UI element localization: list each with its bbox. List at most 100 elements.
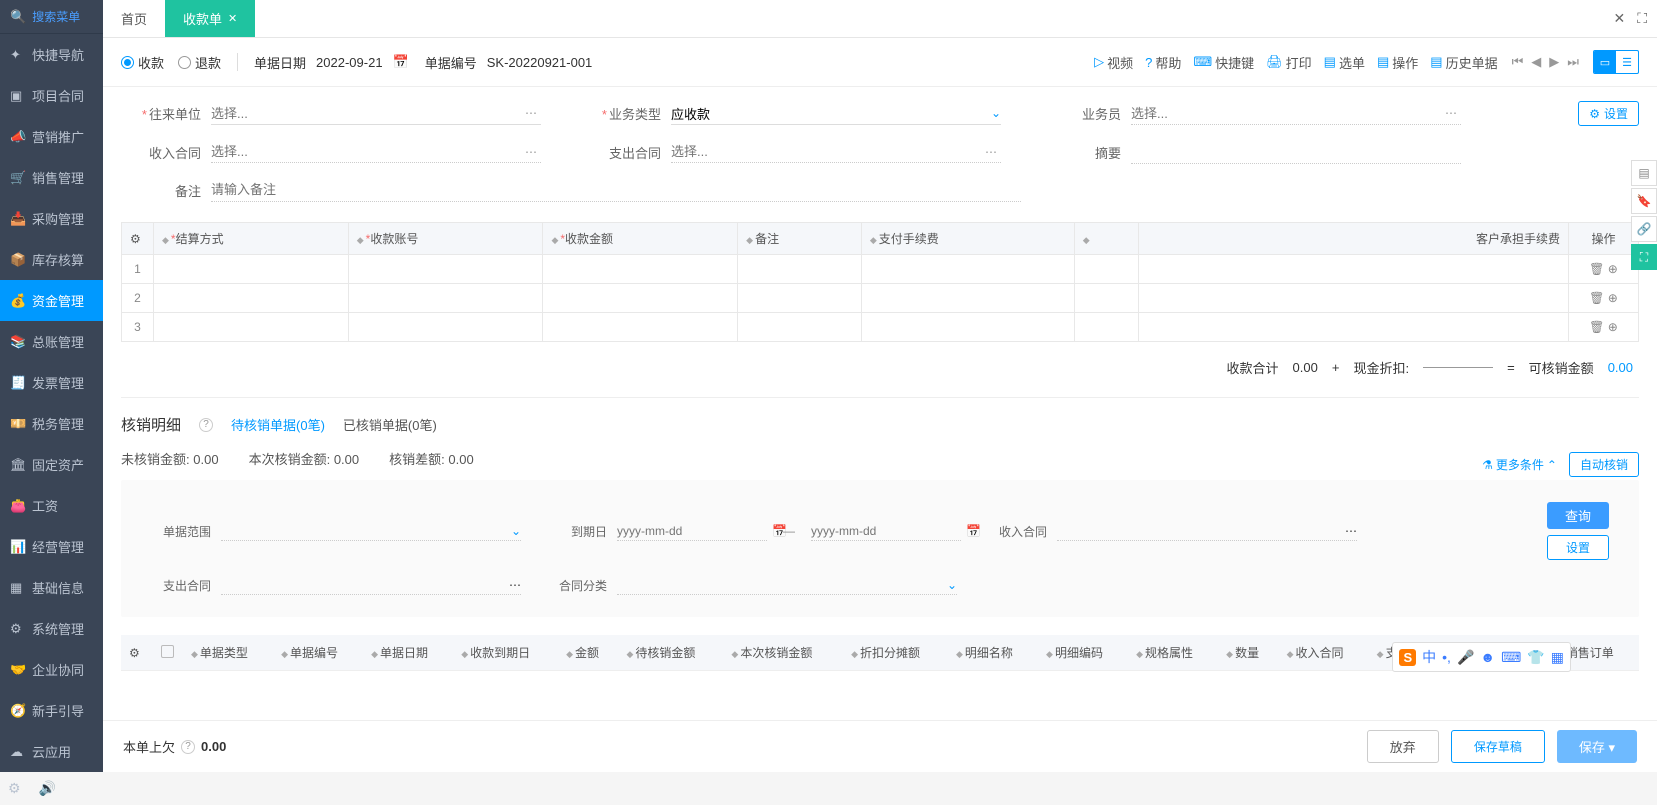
bookmark-icon[interactable]: 🔖 bbox=[1631, 188, 1657, 214]
column-header[interactable]: ◆规格属性 bbox=[1128, 635, 1218, 671]
table-row[interactable]: 3🗑 ⊕ bbox=[122, 313, 1639, 342]
radio-receive[interactable]: 收款 bbox=[121, 53, 164, 72]
column-header[interactable]: ◆收款到期日 bbox=[453, 635, 558, 671]
tab-pending[interactable]: 待核销单据(0笔) bbox=[231, 415, 325, 434]
ime-voice-icon[interactable]: 🎤 bbox=[1457, 649, 1474, 666]
note-icon[interactable]: ▤ bbox=[1631, 160, 1657, 186]
column-header[interactable]: ◆单据日期 bbox=[363, 635, 453, 671]
column-header[interactable]: ◆金额 bbox=[558, 635, 618, 671]
filter-expense[interactable]: ⋯ bbox=[221, 576, 521, 595]
sidebar-item[interactable]: 📣营销推广 bbox=[0, 116, 103, 157]
dots-icon[interactable]: ⋯ bbox=[521, 106, 541, 120]
ime-punct-icon[interactable]: •, bbox=[1442, 649, 1451, 665]
chevron-down-icon[interactable]: ⌄ bbox=[511, 524, 521, 538]
auto-verify-button[interactable]: 自动核销 bbox=[1569, 452, 1639, 477]
chevron-down-icon[interactable]: ⌄ bbox=[991, 106, 1001, 120]
expense-contract-picker[interactable]: ⋯ bbox=[671, 141, 1001, 163]
sidebar-item[interactable]: 💴税务管理 bbox=[0, 403, 103, 444]
tab-home[interactable]: 首页 bbox=[103, 0, 165, 37]
summary-input[interactable] bbox=[1131, 140, 1461, 164]
add-icon[interactable]: ⊕ bbox=[1608, 320, 1618, 334]
sidebar-search[interactable]: 🔍 搜索菜单 bbox=[0, 0, 103, 34]
ime-lang[interactable]: 中 bbox=[1422, 647, 1436, 667]
discard-button[interactable]: 放弃 bbox=[1367, 730, 1439, 763]
link-hotkey[interactable]: ⌨快捷键 bbox=[1193, 53, 1254, 72]
tab-done[interactable]: 已核销单据(0笔) bbox=[343, 415, 437, 434]
sidebar-item[interactable]: 👛工资 bbox=[0, 485, 103, 526]
ime-grid-icon[interactable]: ▦ bbox=[1551, 649, 1564, 666]
delete-icon[interactable]: 🗑 bbox=[1589, 320, 1604, 334]
column-header[interactable]: ◆单据编号 bbox=[273, 635, 363, 671]
sidebar-item[interactable]: ✦快捷导航 bbox=[0, 34, 103, 75]
query-button[interactable]: 查询 bbox=[1547, 502, 1609, 529]
remark-input[interactable] bbox=[211, 178, 1021, 202]
settings-icon[interactable]: ⚙ bbox=[8, 780, 21, 797]
biztype-select[interactable]: ⌄ bbox=[671, 103, 1001, 125]
column-header[interactable]: ◆明细编码 bbox=[1038, 635, 1128, 671]
ime-keyboard-icon[interactable]: ⌨ bbox=[1501, 649, 1521, 666]
chevron-down-icon[interactable]: ⌄ bbox=[947, 578, 957, 592]
sidebar-item[interactable]: ▦基础信息 bbox=[0, 567, 103, 608]
info-icon[interactable]: ? bbox=[199, 418, 213, 432]
dots-icon[interactable]: ⋯ bbox=[1441, 106, 1461, 120]
sidebar-item[interactable]: 🏛固定资产 bbox=[0, 444, 103, 485]
attach-icon[interactable]: 🔗 bbox=[1631, 216, 1657, 242]
dots-icon[interactable]: ⋯ bbox=[1345, 524, 1357, 538]
sidebar-item[interactable]: 📦库存核算 bbox=[0, 239, 103, 280]
view-list-icon[interactable]: ☰ bbox=[1616, 51, 1638, 73]
link-print[interactable]: 🖨打印 bbox=[1266, 53, 1312, 72]
filter-income[interactable]: ⋯ bbox=[1057, 522, 1357, 541]
table-row[interactable]: 1🗑 ⊕ bbox=[122, 255, 1639, 284]
column-header[interactable]: ◆单据类型 bbox=[183, 635, 273, 671]
sidebar-item[interactable]: 🧾发票管理 bbox=[0, 362, 103, 403]
close-icon[interactable]: ✕ bbox=[228, 12, 237, 25]
ime-skin-icon[interactable]: 👕 bbox=[1527, 649, 1544, 666]
column-header[interactable]: ◆待核销金额 bbox=[619, 635, 724, 671]
column-header[interactable]: ◆本次核销金额 bbox=[723, 635, 843, 671]
setting-button[interactable]: ⚙设置 bbox=[1578, 101, 1639, 126]
info-icon[interactable]: ? bbox=[181, 740, 195, 754]
column-header[interactable]: ◆收入合同 bbox=[1279, 635, 1369, 671]
nav-last-icon[interactable]: ⏭ bbox=[1565, 54, 1581, 70]
dots-icon[interactable]: ⋯ bbox=[521, 145, 541, 159]
sidebar-item[interactable]: 🤝企业协同 bbox=[0, 649, 103, 690]
column-header[interactable]: ◆数量 bbox=[1218, 635, 1278, 671]
gear-icon[interactable]: ⚙ bbox=[130, 232, 141, 246]
filter-setting-button[interactable]: 设置 bbox=[1547, 535, 1609, 560]
add-icon[interactable]: ⊕ bbox=[1608, 291, 1618, 305]
link-help[interactable]: ?帮助 bbox=[1145, 53, 1181, 72]
gear-icon[interactable]: ⚙ bbox=[129, 646, 140, 660]
fullscreen-icon[interactable]: ⛶ bbox=[1637, 10, 1647, 27]
nav-first-icon[interactable]: ⏮ bbox=[1510, 54, 1526, 70]
due-from[interactable]: 📅 bbox=[617, 522, 767, 541]
select-all-checkbox[interactable] bbox=[161, 645, 174, 658]
ime-emoji-icon[interactable]: ☻ bbox=[1480, 649, 1495, 665]
sidebar-item[interactable]: 🧭新手引导 bbox=[0, 690, 103, 731]
calendar-icon[interactable]: 📅 bbox=[393, 54, 409, 70]
radio-refund[interactable]: 退款 bbox=[178, 53, 221, 72]
sogou-icon[interactable]: S bbox=[1399, 649, 1416, 666]
sidebar-item[interactable]: ▣项目合同 bbox=[0, 75, 103, 116]
sidebar-item[interactable]: 🛒销售管理 bbox=[0, 157, 103, 198]
income-contract-picker[interactable]: ⋯ bbox=[211, 141, 541, 163]
link-history[interactable]: ▤历史单据 bbox=[1430, 53, 1497, 72]
sales-picker[interactable]: ⋯ bbox=[1131, 103, 1461, 125]
dots-icon[interactable]: ⋯ bbox=[981, 145, 1001, 159]
add-icon[interactable]: ⊕ bbox=[1608, 262, 1618, 276]
delete-icon[interactable]: 🗑 bbox=[1589, 262, 1604, 276]
calendar-icon[interactable]: 📅 bbox=[966, 524, 981, 538]
tab-close-icon[interactable]: ✕ bbox=[1613, 10, 1625, 27]
unit-picker[interactable]: ⋯ bbox=[211, 103, 541, 125]
link-select[interactable]: ▤选单 bbox=[1324, 53, 1365, 72]
sidebar-item[interactable]: 📊经营管理 bbox=[0, 526, 103, 567]
table-row[interactable]: 2🗑 ⊕ bbox=[122, 284, 1639, 313]
delete-icon[interactable]: 🗑 bbox=[1589, 291, 1604, 305]
due-to[interactable]: 📅 bbox=[811, 522, 961, 541]
range-select[interactable]: ⌄ bbox=[221, 522, 521, 541]
nav-next-icon[interactable]: ▶ bbox=[1547, 54, 1561, 70]
filter-cat[interactable]: ⌄ bbox=[617, 576, 957, 595]
sidebar-item[interactable]: ☁云应用 bbox=[0, 731, 103, 772]
column-header[interactable]: ◆明细名称 bbox=[948, 635, 1038, 671]
expand-icon[interactable]: ⛶ bbox=[1631, 244, 1657, 270]
doc-date[interactable]: 2022-09-21 bbox=[316, 55, 383, 70]
